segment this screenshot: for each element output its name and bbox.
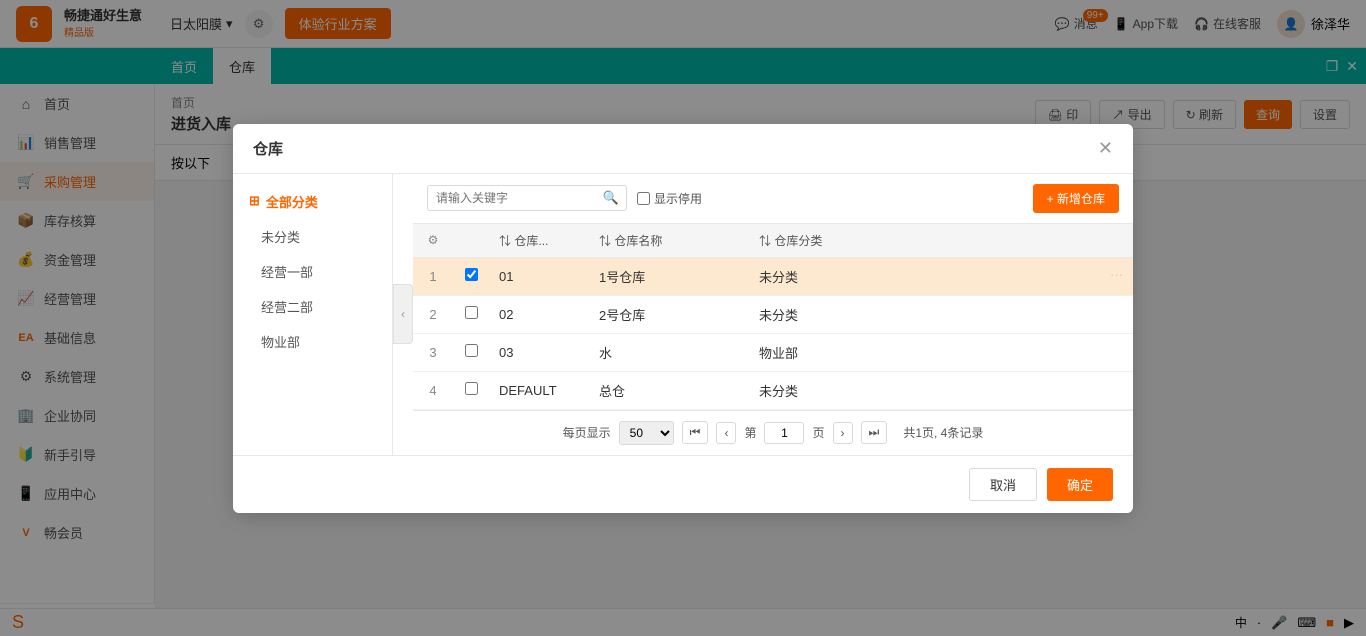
row-category: 未分类 <box>749 371 1133 409</box>
warehouse-table: ⚙ ⇅ 仓库... ⇅ 仓库名称 <box>413 224 1133 410</box>
col-header-checkbox <box>453 224 489 258</box>
dialog-body: ⊞ 全部分类 未分类 经营一部 经营二部 物业部 ‹ <box>233 174 1133 455</box>
per-page-select[interactable]: 50 100 <box>619 421 674 445</box>
row-code: DEFAULT <box>489 371 589 409</box>
table-header-row: ⚙ ⇅ 仓库... ⇅ 仓库名称 <box>413 224 1133 258</box>
confirm-button[interactable]: 确定 <box>1047 468 1113 501</box>
row-num: 4 <box>413 371 453 409</box>
row-category: 未分类 <box>749 295 1133 333</box>
row-code: 03 <box>489 333 589 371</box>
table-row[interactable]: 1 01 1号仓库 未分类··· <box>413 257 1133 295</box>
row-dots[interactable]: ··· <box>1110 267 1123 282</box>
row-category: 未分类··· <box>749 257 1133 295</box>
search-icon[interactable]: 🔍 <box>603 190 619 206</box>
dialog-footer: 取消 确定 <box>233 455 1133 513</box>
row-name: 2号仓库 <box>589 295 749 333</box>
col-header-code: ⇅ 仓库... <box>489 224 589 258</box>
search-input[interactable] <box>427 185 627 211</box>
next-page-button[interactable]: › <box>833 422 853 444</box>
content-panel: 🔍 显示停用 + 新增仓库 ⚙ <box>413 174 1133 455</box>
per-page-label: 每页显示 <box>563 424 611 441</box>
page-input[interactable] <box>764 422 804 444</box>
col-header-name: ⇅ 仓库名称 <box>589 224 749 258</box>
row-checkbox[interactable] <box>465 306 478 319</box>
show-disabled-label: 显示停用 <box>654 190 702 207</box>
collapse-panel-button[interactable]: ‹ <box>393 284 413 344</box>
row-num: 1 <box>413 257 453 295</box>
row-checkbox[interactable] <box>465 382 478 395</box>
row-name: 总仓 <box>589 371 749 409</box>
row-checkbox-cell[interactable] <box>453 257 489 295</box>
add-warehouse-button[interactable]: + 新增仓库 <box>1033 184 1119 213</box>
row-checkbox[interactable] <box>465 268 478 281</box>
page-label: 第 <box>744 424 756 441</box>
cat-item-property[interactable]: 物业部 <box>233 324 392 359</box>
row-code: 02 <box>489 295 589 333</box>
row-checkbox-cell[interactable] <box>453 295 489 333</box>
modal-overlay: 仓库 ✕ ⊞ 全部分类 未分类 经营一部 经营二部 <box>0 0 1366 636</box>
row-checkbox[interactable] <box>465 344 478 357</box>
sort-icon: ⇅ <box>499 234 511 248</box>
col-header-num: ⚙ <box>413 224 453 258</box>
search-wrap: 🔍 <box>427 185 627 211</box>
grid-icon: ⊞ <box>249 193 260 209</box>
first-page-button[interactable]: ⏮ <box>682 421 709 444</box>
page-unit: 页 <box>812 424 824 441</box>
all-category-label: 全部分类 <box>266 192 318 211</box>
cat-item-ops1[interactable]: 经营一部 <box>233 254 392 289</box>
cat-item-ops2[interactable]: 经营二部 <box>233 289 392 324</box>
sort-icon-cat: ⇅ <box>759 234 771 248</box>
row-checkbox-cell[interactable] <box>453 333 489 371</box>
category-panel: ⊞ 全部分类 未分类 经营一部 经营二部 物业部 <box>233 174 393 455</box>
table-row[interactable]: 4 DEFAULT 总仓 未分类 <box>413 371 1133 409</box>
dialog-header: 仓库 ✕ <box>233 124 1133 174</box>
chevron-left-icon: ‹ <box>401 307 405 321</box>
table-row[interactable]: 2 02 2号仓库 未分类 <box>413 295 1133 333</box>
col-header-category: ⇅ 仓库分类 <box>749 224 1133 258</box>
sort-icon-name: ⇅ <box>599 234 611 248</box>
cancel-button[interactable]: 取消 <box>969 468 1037 501</box>
content-toolbar: 🔍 显示停用 + 新增仓库 <box>413 174 1133 224</box>
row-checkbox-cell[interactable] <box>453 371 489 409</box>
warehouse-dialog: 仓库 ✕ ⊞ 全部分类 未分类 经营一部 经营二部 <box>233 124 1133 513</box>
row-name: 1号仓库 <box>589 257 749 295</box>
dialog-close-button[interactable]: ✕ <box>1098 138 1113 159</box>
show-disabled-checkbox[interactable] <box>637 192 650 205</box>
last-page-button[interactable]: ⏭ <box>861 421 888 444</box>
table-row[interactable]: 3 03 水 物业部 <box>413 333 1133 371</box>
warehouse-data-table: ⚙ ⇅ 仓库... ⇅ 仓库名称 <box>413 224 1133 410</box>
row-name: 水 <box>589 333 749 371</box>
dialog-title: 仓库 <box>253 138 283 159</box>
show-disabled-toggle[interactable]: 显示停用 <box>637 190 702 207</box>
pagination: 每页显示 50 100 ⏮ ‹ 第 页 › ⏭ 共1页, 4条记录 <box>413 410 1133 455</box>
row-num: 3 <box>413 333 453 371</box>
row-code: 01 <box>489 257 589 295</box>
row-num: 2 <box>413 295 453 333</box>
row-category: 物业部 <box>749 333 1133 371</box>
total-info: 共1页, 4条记录 <box>903 424 983 441</box>
all-category[interactable]: ⊞ 全部分类 <box>233 184 392 219</box>
cat-item-unclassified[interactable]: 未分类 <box>233 219 392 254</box>
prev-page-button[interactable]: ‹ <box>716 422 736 444</box>
